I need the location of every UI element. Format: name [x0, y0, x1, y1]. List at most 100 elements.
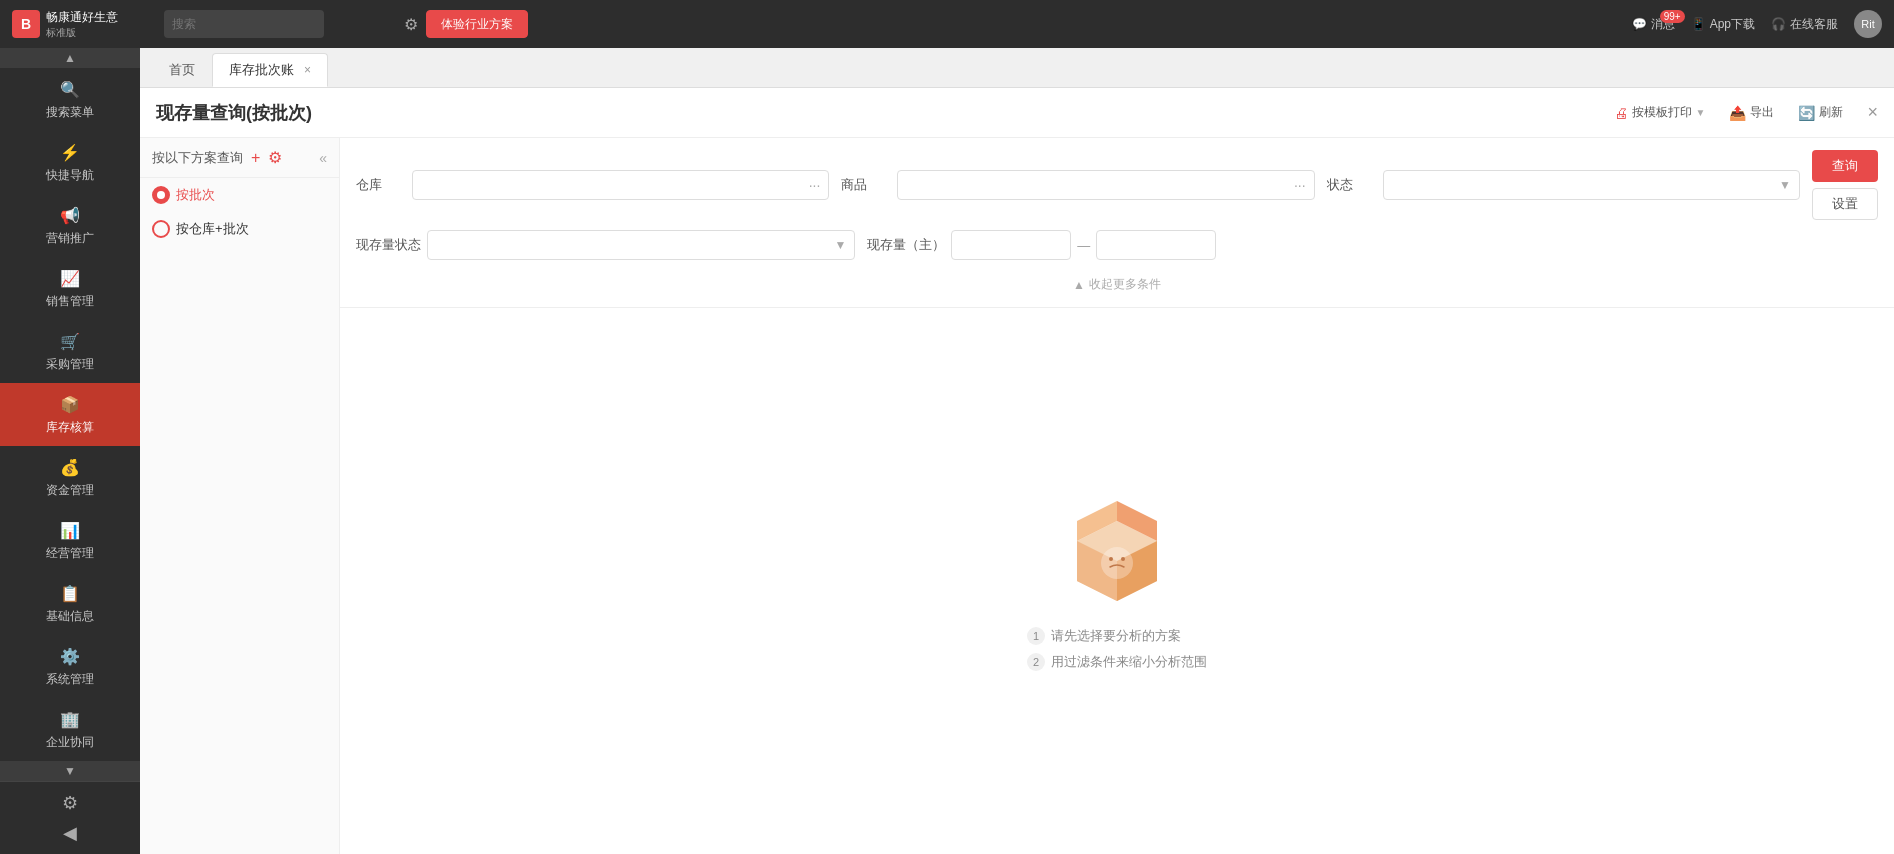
- export-btn[interactable]: 📤 导出: [1721, 100, 1782, 125]
- status-select[interactable]: ▼: [1383, 170, 1800, 200]
- sidebar-bottom: ⚙ ◀: [0, 781, 140, 854]
- product-label: 商品: [841, 176, 891, 194]
- sidebar-item-inventory[interactable]: 📦 库存核算: [0, 383, 140, 446]
- tab-inventory-batch[interactable]: 库存批次账 ×: [212, 53, 328, 87]
- settings-bottom-icon[interactable]: ⚙: [62, 792, 78, 814]
- messages-badge: 99+: [1660, 10, 1685, 23]
- sidebar-label-enterprise: 企业协同: [46, 734, 94, 751]
- search-icon: 🔍: [59, 78, 81, 100]
- stock-status-label: 现存量状态: [356, 236, 421, 254]
- headset-icon: 🎧: [1771, 17, 1786, 31]
- warehouse-input[interactable]: ···: [412, 170, 829, 200]
- online-service-label: 在线客服: [1790, 16, 1838, 33]
- sidebar-label-quicknav: 快捷导航: [46, 167, 94, 184]
- filter-product: 商品 ···: [841, 170, 1314, 200]
- sidebar-item-finance[interactable]: 💰 资金管理: [0, 446, 140, 509]
- tab-inventory-batch-label: 库存批次账: [229, 61, 294, 79]
- sidebar-scroll-down[interactable]: ▼: [0, 761, 140, 781]
- export-icon: 📤: [1729, 105, 1746, 121]
- print-chevron-icon: ▼: [1696, 107, 1706, 118]
- sidebar-scroll: 🔍 搜索菜单 ⚡ 快捷导航 📢 营销推广 📈 销售管理 🛒 采购管理 📦: [0, 68, 140, 761]
- filter-row-2: 现存量状态 ▼ 现存量（主） —: [356, 230, 1878, 260]
- status-chevron-icon: ▼: [1779, 178, 1791, 192]
- filter-area: 仓库 ··· 商品 ···: [340, 138, 1894, 308]
- sidebar-label-search: 搜索菜单: [46, 104, 94, 121]
- filter-stock-amount: 现存量（主） —: [867, 230, 1366, 260]
- stock-status-select[interactable]: ▼: [427, 230, 855, 260]
- search-input[interactable]: [164, 10, 324, 38]
- scheme-settings-btn[interactable]: ⚙: [268, 148, 282, 167]
- gear-icon[interactable]: ⚙: [404, 15, 418, 34]
- page-title: 现存量查询(按批次): [156, 101, 1606, 125]
- collapse-sidebar-icon[interactable]: ◀: [63, 822, 77, 844]
- print-template-btn[interactable]: 🖨 按模板打印 ▼: [1606, 100, 1714, 125]
- online-service-btn[interactable]: 🎧 在线客服: [1771, 16, 1838, 33]
- filter-status: 状态 ▼: [1327, 170, 1800, 200]
- sidebar-item-system[interactable]: ⚙️ 系统管理: [0, 635, 140, 698]
- system-icon: ⚙️: [59, 645, 81, 667]
- stock-amount-from[interactable]: [951, 230, 1071, 260]
- app-title: 畅康通好生意: [46, 9, 118, 26]
- sidebar-item-enterprise[interactable]: 🏢 企业协同: [0, 698, 140, 761]
- settings-btn[interactable]: 设置: [1812, 188, 1878, 220]
- stock-amount-label: 现存量（主）: [867, 236, 945, 254]
- tab-home[interactable]: 首页: [152, 53, 212, 87]
- refresh-label: 刷新: [1819, 104, 1843, 121]
- scheme-label-batch: 按批次: [176, 186, 215, 204]
- collapse-left-panel-btn[interactable]: «: [319, 150, 327, 166]
- sidebar-item-purchase[interactable]: 🛒 采购管理: [0, 320, 140, 383]
- sidebar-item-marketing[interactable]: 📢 营销推广: [0, 194, 140, 257]
- avatar[interactable]: Rit: [1854, 10, 1882, 38]
- product-input[interactable]: ···: [897, 170, 1314, 200]
- scheme-item-warehouse-batch[interactable]: 按仓库+批次: [140, 212, 339, 246]
- sidebar-scroll-up[interactable]: ▲: [0, 48, 140, 68]
- stock-amount-to[interactable]: [1096, 230, 1216, 260]
- left-panel-title: 按以下方案查询: [152, 149, 243, 167]
- left-panel-header: 按以下方案查询 + ⚙ «: [140, 138, 339, 178]
- tab-home-label: 首页: [169, 61, 195, 79]
- svg-point-5: [1101, 547, 1133, 579]
- close-page-btn[interactable]: ×: [1867, 102, 1878, 123]
- product-dots[interactable]: ···: [1294, 177, 1306, 193]
- left-panel: 按以下方案查询 + ⚙ « 按批次 按仓库+批次: [140, 138, 340, 854]
- page-content: 现存量查询(按批次) 🖨 按模板打印 ▼ 📤 导出 🔄 刷新: [140, 88, 1894, 854]
- sidebar-item-operations[interactable]: 📊 经营管理: [0, 509, 140, 572]
- sidebar-label-finance: 资金管理: [46, 482, 94, 499]
- scheme-item-batch[interactable]: 按批次: [140, 178, 339, 212]
- sidebar-label-inventory: 库存核算: [46, 419, 94, 436]
- search-area: [164, 10, 384, 38]
- marketing-icon: 📢: [59, 204, 81, 226]
- collapse-more-btn[interactable]: ▲ 收起更多条件: [356, 270, 1878, 295]
- tip-num-1: 1: [1027, 627, 1045, 645]
- tab-close-icon[interactable]: ×: [304, 63, 311, 77]
- sidebar-label-sales: 销售管理: [46, 293, 94, 310]
- scheme-dot-warehouse: [152, 220, 170, 238]
- add-scheme-btn[interactable]: +: [251, 149, 260, 167]
- collapse-more-label: 收起更多条件: [1089, 276, 1161, 293]
- right-panel: 仓库 ··· 商品 ···: [340, 138, 1894, 854]
- app-download-btn[interactable]: 📱 App下载: [1691, 16, 1755, 33]
- sidebar-label-system: 系统管理: [46, 671, 94, 688]
- sidebar-item-search[interactable]: 🔍 搜索菜单: [0, 68, 140, 131]
- experience-btn[interactable]: 体验行业方案: [426, 10, 528, 38]
- logo-icon: B: [12, 10, 40, 38]
- query-btn[interactable]: 查询: [1812, 150, 1878, 182]
- main-layout: ▲ 🔍 搜索菜单 ⚡ 快捷导航 📢 营销推广 📈 销售管理 🛒 采购管理: [0, 48, 1894, 854]
- scheme-label-warehouse-batch: 按仓库+批次: [176, 220, 249, 238]
- sidebar-item-sales[interactable]: 📈 销售管理: [0, 257, 140, 320]
- refresh-btn[interactable]: 🔄 刷新: [1790, 100, 1851, 125]
- top-bar-right: 💬 消息 99+ 📱 App下载 🎧 在线客服 Rit: [1632, 10, 1882, 38]
- scheme-dot-batch: [152, 186, 170, 204]
- warehouse-dots[interactable]: ···: [809, 177, 821, 193]
- sidebar-item-quicknav[interactable]: ⚡ 快捷导航: [0, 131, 140, 194]
- stock-amount-separator: —: [1077, 238, 1090, 253]
- filter-stock-status: 现存量状态 ▼: [356, 230, 855, 260]
- print-icon: 🖨: [1614, 105, 1628, 121]
- tip-text-2: 用过滤条件来缩小分析范围: [1051, 653, 1207, 671]
- sidebar-item-basic[interactable]: 📋 基础信息: [0, 572, 140, 635]
- sidebar-label-basic: 基础信息: [46, 608, 94, 625]
- export-label: 导出: [1750, 104, 1774, 121]
- app-version: 标准版: [46, 26, 118, 40]
- tip-num-2: 2: [1027, 653, 1045, 671]
- messages-btn[interactable]: 💬 消息 99+: [1632, 16, 1675, 33]
